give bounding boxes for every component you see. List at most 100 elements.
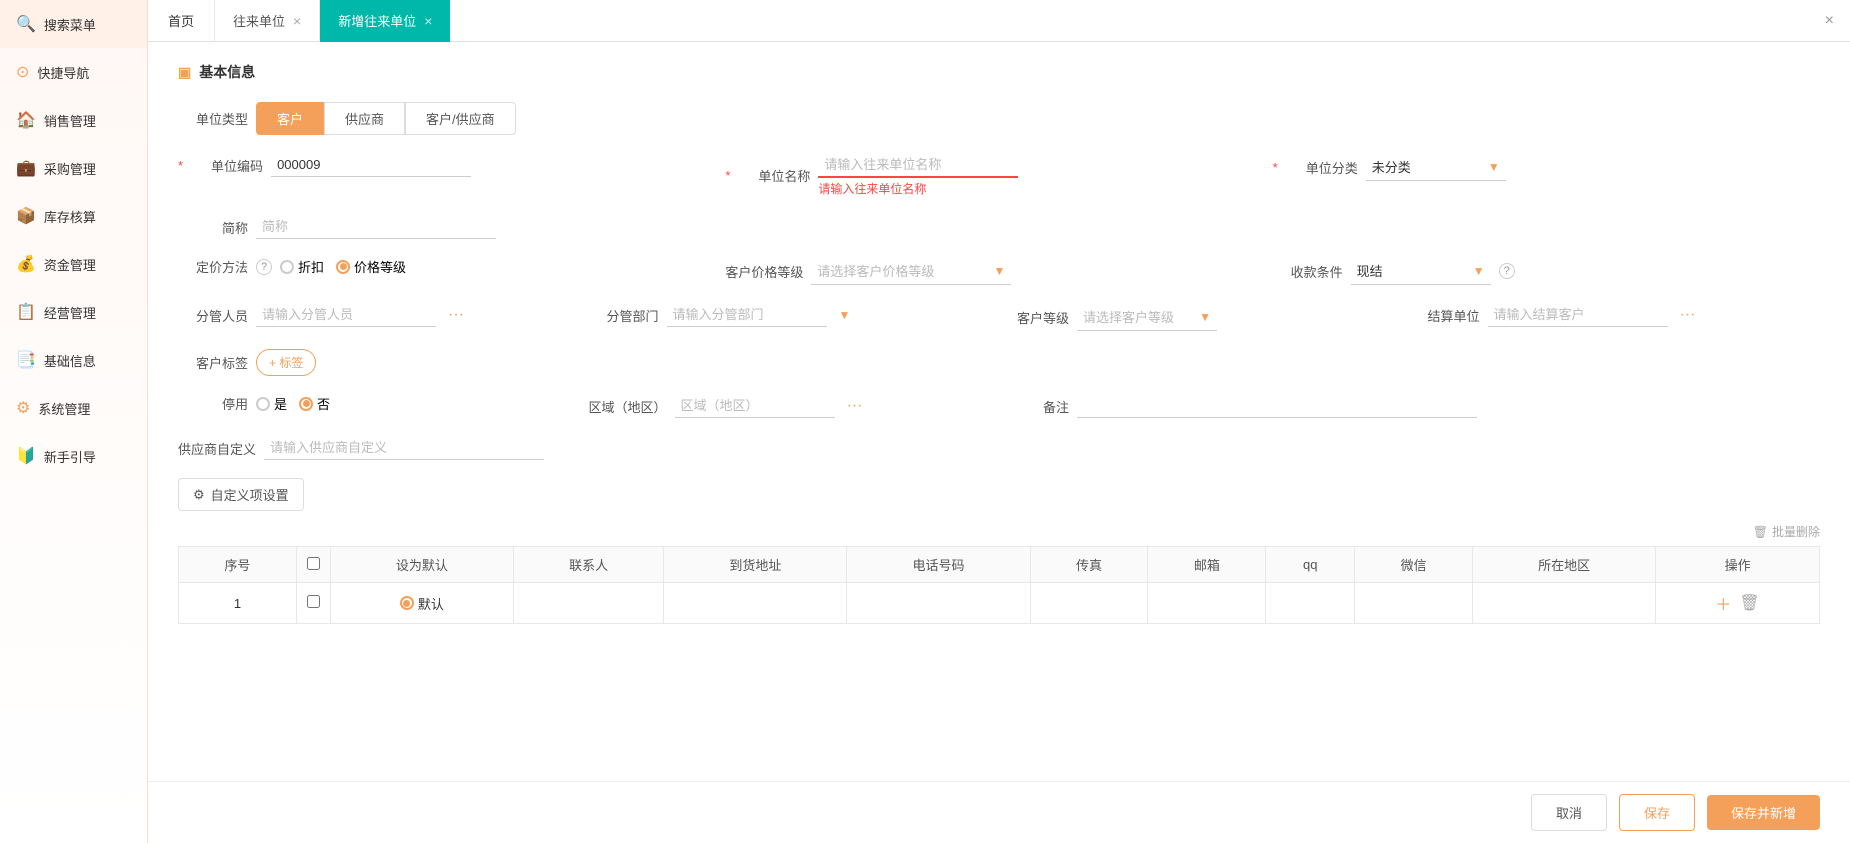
disable-label: 停用 xyxy=(178,394,248,413)
type-btn-both[interactable]: 客户/供应商 xyxy=(405,102,516,135)
supplier-custom-input[interactable] xyxy=(264,436,544,460)
sidebar-label-quicknav: 快捷导航 xyxy=(37,63,89,82)
tab-partners-close[interactable]: × xyxy=(293,14,301,28)
region-input[interactable] xyxy=(675,394,835,418)
payment-terms-arrow: ▼ xyxy=(1473,264,1485,278)
row-default-radio[interactable]: 默认 xyxy=(341,594,503,613)
pricing-price-level[interactable]: 价格等级 xyxy=(336,257,406,276)
unit-code-input[interactable] xyxy=(271,153,471,177)
unit-name-label: 单位名称 xyxy=(740,166,810,185)
manager-dots-btn[interactable]: ··· xyxy=(444,306,468,324)
unit-category-label: 单位分类 xyxy=(1288,158,1358,177)
type-buttons: 客户 供应商 客户/供应商 xyxy=(256,102,516,135)
cancel-button[interactable]: 取消 xyxy=(1531,794,1607,831)
custom-settings-btn[interactable]: ⚙ 自定义项设置 xyxy=(178,478,304,511)
disable-yes-radio xyxy=(256,397,270,411)
dept-arrow: ▼ xyxy=(839,308,851,322)
row-checkbox-input[interactable] xyxy=(307,595,320,608)
sidebar-label-guide: 新手引导 xyxy=(44,447,96,466)
row-default-label: 默认 xyxy=(418,594,444,613)
tag-add-btn[interactable]: + 标签 xyxy=(256,349,316,376)
select-all-checkbox[interactable] xyxy=(307,557,320,570)
sidebar-item-inventory[interactable]: 📦 库存核算 xyxy=(0,192,147,240)
payment-terms-value: 现结 xyxy=(1357,261,1383,280)
abbr-input[interactable] xyxy=(256,215,496,239)
disable-yes[interactable]: 是 xyxy=(256,394,287,413)
pricing-discount[interactable]: 折扣 xyxy=(280,257,324,276)
table-toolbar: 🗑 批量删除 xyxy=(178,523,1820,540)
tab-partners[interactable]: 往来单位 × xyxy=(215,0,320,42)
sidebar-item-sales[interactable]: 🏠 销售管理 xyxy=(0,96,147,144)
sidebar-item-finance[interactable]: 💰 资金管理 xyxy=(0,240,147,288)
col-phone: 电话号码 xyxy=(847,547,1030,583)
batch-del-icon: 🗑 xyxy=(1753,525,1768,539)
cust-price-select[interactable]: 请选择客户价格等级 ▼ xyxy=(811,257,1011,285)
search-icon: 🔍 xyxy=(16,14,36,34)
form-content: ▣ 基本信息 单位类型 客户 供应商 客户/供应商 * 单位编码 * xyxy=(148,42,1850,781)
supplier-custom-row: 供应商自定义 xyxy=(178,436,1820,460)
section-header: ▣ 基本信息 xyxy=(178,62,1820,82)
sidebar-label-operations: 经营管理 xyxy=(44,303,96,322)
sidebar-item-purchase[interactable]: 💼 采购管理 xyxy=(0,144,147,192)
sidebar-item-guide[interactable]: 🔰 新手引导 xyxy=(0,432,147,480)
table-row: 1 默认 xyxy=(179,583,1820,624)
unit-code-required: * xyxy=(178,158,183,173)
sidebar-label-purchase: 采购管理 xyxy=(44,159,96,178)
unit-category-select[interactable]: 未分类 ▼ xyxy=(1366,153,1506,181)
cust-level-select[interactable]: 请选择客户等级 ▼ xyxy=(1077,303,1217,331)
col-contact: 联系人 xyxy=(513,547,663,583)
settlement-field: 结算单位 ··· xyxy=(1410,303,1821,327)
row-phone xyxy=(847,583,1030,624)
supplier-custom-label: 供应商自定义 xyxy=(178,439,256,458)
row-address xyxy=(664,583,847,624)
home-icon: ⊙ xyxy=(16,62,29,82)
save-new-button[interactable]: 保存并新增 xyxy=(1707,795,1820,830)
sidebar-item-system[interactable]: ⚙ 系统管理 xyxy=(0,384,147,432)
row-checkbox xyxy=(296,583,330,624)
tab-bar-close-all[interactable]: × xyxy=(1825,12,1850,30)
pricing-help-icon[interactable]: ? xyxy=(256,259,272,275)
sidebar-item-basic-info[interactable]: 📑 基础信息 xyxy=(0,336,147,384)
row-action-buttons: ＋ 🗑 xyxy=(1666,591,1809,615)
row-email xyxy=(1148,583,1266,624)
type-btn-customer[interactable]: 客户 xyxy=(256,102,324,135)
sidebar-label-system: 系统管理 xyxy=(38,399,90,418)
unit-name-wrap: 请输入往来单位名称 xyxy=(818,153,1018,197)
settlement-dots-btn[interactable]: ··· xyxy=(1676,306,1700,324)
sidebar-item-search[interactable]: 🔍 搜索菜单 xyxy=(0,0,147,48)
row-del-btn[interactable]: 🗑 xyxy=(1739,593,1759,613)
batch-del-label: 批量删除 xyxy=(1772,523,1820,540)
col-default: 设为默认 xyxy=(330,547,513,583)
disable-no[interactable]: 否 xyxy=(299,394,330,413)
region-dots-btn[interactable]: ··· xyxy=(843,397,867,415)
tab-home[interactable]: 首页 xyxy=(148,0,215,42)
sidebar-item-quicknav[interactable]: ⊙ 快捷导航 xyxy=(0,48,147,96)
remark-input[interactable] xyxy=(1077,394,1477,418)
row-wechat xyxy=(1355,583,1473,624)
payment-terms-help-icon[interactable]: ? xyxy=(1499,263,1515,279)
region-label: 区域（地区） xyxy=(589,397,667,416)
save-button[interactable]: 保存 xyxy=(1619,794,1695,831)
row-add-btn[interactable]: ＋ xyxy=(1715,591,1731,615)
settlement-input[interactable] xyxy=(1488,303,1668,327)
tab-new-partner[interactable]: 新增往来单位 × xyxy=(320,0,450,42)
unit-type-label: 单位类型 xyxy=(178,109,248,128)
sidebar-item-operations[interactable]: 📋 经营管理 xyxy=(0,288,147,336)
abbr-label: 简称 xyxy=(178,218,248,237)
batch-delete-btn[interactable]: 🗑 批量删除 xyxy=(1753,523,1820,540)
type-btn-supplier[interactable]: 供应商 xyxy=(324,102,405,135)
unit-name-input[interactable] xyxy=(818,153,1018,178)
guide-icon: 🔰 xyxy=(16,446,36,466)
tab-partners-label: 往来单位 xyxy=(233,11,285,30)
section-title: 基本信息 xyxy=(199,62,255,82)
bottom-bar: 取消 保存 保存并新增 xyxy=(148,781,1850,843)
unit-name-required: * xyxy=(725,168,730,183)
dept-input[interactable] xyxy=(667,303,827,327)
pricing-discount-radio xyxy=(280,260,294,274)
sidebar-label-search: 搜索菜单 xyxy=(44,15,96,34)
payment-terms-select[interactable]: 现结 ▼ xyxy=(1351,257,1491,285)
sidebar: 🔍 搜索菜单 ⊙ 快捷导航 🏠 销售管理 💼 采购管理 📦 库存核算 💰 资金管… xyxy=(0,0,148,843)
manager-input[interactable] xyxy=(256,303,436,327)
manager-row: 分管人员 ··· 分管部门 ▼ 客户等级 请选择客户等级 ▼ 结算单位 ··· xyxy=(178,303,1820,331)
tab-new-partner-close[interactable]: × xyxy=(424,14,432,28)
